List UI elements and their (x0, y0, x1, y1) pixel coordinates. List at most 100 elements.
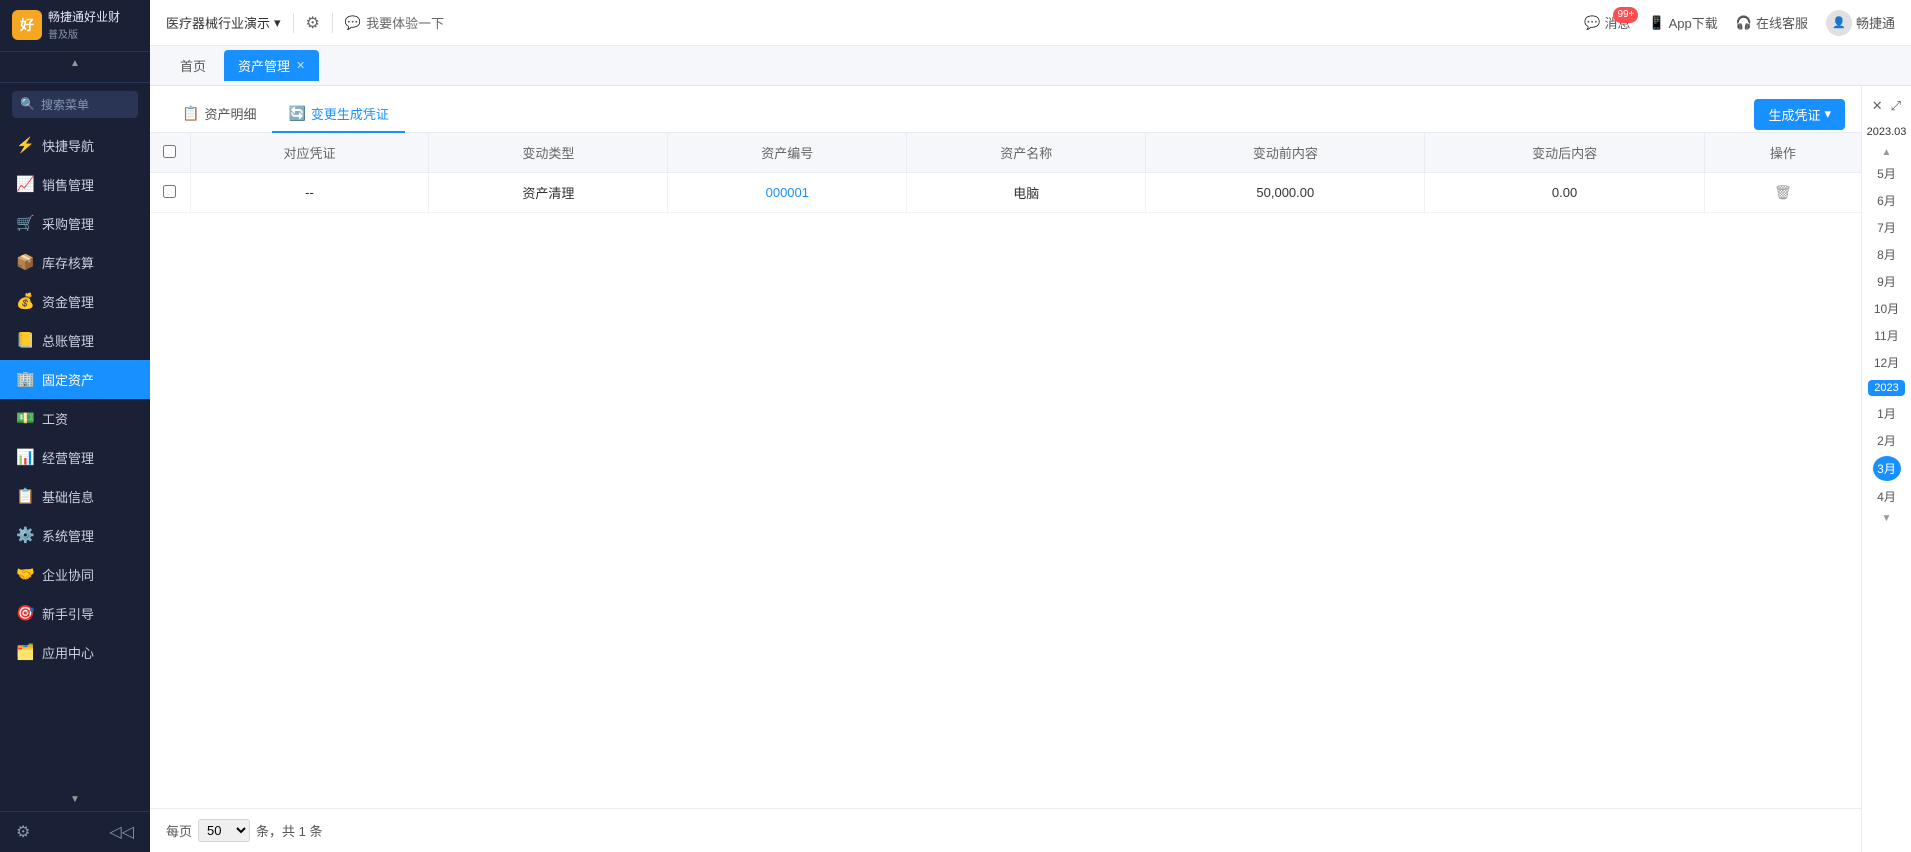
topbar-divider-1 (293, 13, 294, 33)
sidebar-item-资金管理[interactable]: 💰资金管理 (0, 282, 150, 321)
inner-tabs: 📋 资产明细 🔄 变更生成凭证 生成凭证 ▾ (150, 86, 1861, 133)
change-voucher-icon: 🔄 (288, 105, 305, 122)
col-action: 操作 (1704, 133, 1861, 173)
row-before: 50,000.00 (1146, 173, 1425, 213)
gear-icon[interactable]: ⚙ (306, 13, 320, 33)
tab-close-icon[interactable]: ✕ (296, 59, 305, 72)
message-icon: 💬 (1584, 15, 1600, 31)
total-label: 条，共 1 条 (256, 821, 322, 840)
app-download-button[interactable]: 📱 App下载 (1648, 13, 1717, 32)
row-asset-name: 电脑 (907, 173, 1146, 213)
sidebar-item-基础信息[interactable]: 📋基础信息 (0, 477, 150, 516)
delete-row-button[interactable]: 🗑 (1774, 184, 1792, 200)
panel-prev-months: 5月6月7月8月9月10月11月12月 (1872, 160, 1901, 376)
sidebar-item-经营管理[interactable]: 📊经营管理 (0, 438, 150, 477)
experience-button[interactable]: 💬 我要体验一下 (345, 13, 444, 32)
table-row: -- 资产清理 000001 电脑 50,000.00 0.00 🗑 (150, 173, 1861, 213)
sidebar-item-销售管理[interactable]: 📈销售管理 (0, 165, 150, 204)
sidebar-scroll-up[interactable]: ▲ (0, 52, 150, 76)
sidebar-icon-快捷导航: ⚡ (16, 136, 34, 154)
panel-month-5月[interactable]: 5月 (1872, 160, 1901, 187)
right-panel: ✕ ⤢ 2023.03 ▲ 5月6月7月8月9月10月11月12月 2023 1… (1861, 86, 1911, 852)
sidebar-label-应用中心: 应用中心 (42, 643, 94, 662)
search-menu-label: 搜索菜单 (41, 96, 89, 113)
sidebar-icon-资金管理: 💰 (16, 292, 34, 310)
panel-month-1月[interactable]: 1月 (1873, 400, 1901, 427)
topbar-divider-2 (332, 13, 333, 33)
search-menu-button[interactable]: 🔍 搜索菜单 (12, 91, 138, 118)
select-all-checkbox[interactable] (163, 145, 176, 158)
panel-controls: ✕ ⤢ (1862, 92, 1911, 120)
sidebar-icon-应用中心: 🗂️ (16, 643, 34, 661)
panel-month-3月[interactable]: 3月 (1873, 456, 1901, 481)
col-after-content: 变动后内容 (1425, 133, 1704, 173)
tabbar: 首页 资产管理 ✕ (150, 46, 1911, 86)
sidebar-icon-采购管理: 🛒 (16, 214, 34, 232)
company-selector[interactable]: 医疗器械行业演示 ▾ (166, 13, 281, 32)
per-page-select[interactable]: 102050100 (198, 819, 250, 842)
topbar-right: 💬 消息 99+ 📱 App下载 🎧 在线客服 👤 畅捷通 (1584, 10, 1895, 36)
panel-month-8月[interactable]: 8月 (1872, 241, 1901, 268)
sidebar-item-快捷导航[interactable]: ⚡快捷导航 (0, 126, 150, 165)
user-button[interactable]: 👤 畅捷通 (1826, 10, 1895, 36)
panel-month-7月[interactable]: 7月 (1872, 214, 1901, 241)
sidebar-item-采购管理[interactable]: 🛒采购管理 (0, 204, 150, 243)
panel-year[interactable]: 2023 (1868, 380, 1904, 396)
panel-month-12月[interactable]: 12月 (1872, 349, 1901, 376)
panel-month-11月[interactable]: 11月 (1872, 322, 1901, 349)
app-logo-icon: 好 (12, 10, 42, 40)
sidebar-icon-经营管理: 📊 (16, 448, 34, 466)
row-asset-no: 000001 (668, 173, 907, 213)
sidebar-item-工资[interactable]: 💵工资 (0, 399, 150, 438)
panel-expand-button[interactable]: ⤢ (1889, 96, 1903, 116)
collapse-icon[interactable]: ◁◁ (109, 822, 134, 842)
sidebar-item-新手引导[interactable]: 🎯 新手引导 (0, 594, 150, 633)
panel-scroll-up[interactable]: ▲ (1875, 144, 1899, 160)
panel-scroll-down[interactable]: ▼ (1875, 510, 1899, 526)
sidebar-item-固定资产[interactable]: 🏢 固定资产 (0, 360, 150, 399)
row-checkbox-0[interactable] (163, 185, 176, 198)
panel-month-10月[interactable]: 10月 (1872, 295, 1901, 322)
tab-asset-detail[interactable]: 📋 资产明细 (166, 96, 272, 133)
sidebar-item-系统管理[interactable]: ⚙️系统管理 (0, 516, 150, 555)
panel-month-2月[interactable]: 2月 (1873, 427, 1901, 454)
sidebar-icon-总账管理: 📒 (16, 331, 34, 349)
message-button[interactable]: 💬 消息 99+ (1584, 13, 1630, 32)
panel-month-4月[interactable]: 4月 (1873, 483, 1901, 510)
col-change-type: 变动类型 (429, 133, 668, 173)
sidebar-menu: 🔍 搜索菜单 ⚡快捷导航📈销售管理🛒采购管理📦库存核算💰资金管理📒总账管理 🏢 固定… (0, 76, 150, 787)
sidebar-item-总账管理[interactable]: 📒总账管理 (0, 321, 150, 360)
panel-month-9月[interactable]: 9月 (1872, 268, 1901, 295)
scroll-up-arrow[interactable]: ▲ (63, 56, 87, 72)
generate-voucher-button[interactable]: 生成凭证 ▾ (1754, 99, 1845, 130)
col-voucher: 对应凭证 (190, 133, 429, 173)
panel-header: 2023.03 (1863, 120, 1911, 144)
sidebar-icon-新手引导: 🎯 (16, 604, 34, 622)
sidebar-scroll-down[interactable]: ▼ (0, 787, 150, 811)
row-checkbox-cell (150, 173, 190, 213)
col-asset-no: 资产编号 (668, 133, 907, 173)
tab-asset-label: 资产管理 (238, 56, 290, 75)
customer-service-button[interactable]: 🎧 在线客服 (1736, 13, 1808, 32)
sidebar-icon-固定资产: 🏢 (16, 370, 34, 388)
sidebar-icon-企业协同: 🤝 (16, 565, 34, 583)
tab-asset-management[interactable]: 资产管理 ✕ (224, 50, 319, 81)
sidebar-item-应用中心[interactable]: 🗂️ 应用中心 (0, 633, 150, 672)
sidebar-search-area: 🔍 搜索菜单 (0, 82, 150, 126)
tab-home[interactable]: 首页 (166, 50, 220, 81)
sidebar-label-固定资产: 固定资产 (42, 370, 94, 389)
content-area: 📋 资产明细 🔄 变更生成凭证 生成凭证 ▾ (150, 86, 1911, 852)
panel-month-6月[interactable]: 6月 (1872, 187, 1901, 214)
panel-close-button[interactable]: ✕ (1870, 96, 1885, 116)
tab-change-voucher[interactable]: 🔄 变更生成凭证 (272, 96, 404, 133)
content-main: 📋 资产明细 🔄 变更生成凭证 生成凭证 ▾ (150, 86, 1861, 852)
sidebar-label-新手引导: 新手引导 (42, 604, 94, 623)
scroll-down-arrow[interactable]: ▼ (63, 791, 87, 807)
settings-icon[interactable]: ⚙ (16, 822, 30, 842)
sidebar-icon-库存核算: 📦 (16, 253, 34, 271)
col-before-content: 变动前内容 (1146, 133, 1425, 173)
sidebar-item-企业协同[interactable]: 🤝企业协同 (0, 555, 150, 594)
sidebar-item-库存核算[interactable]: 📦库存核算 (0, 243, 150, 282)
sidebar-label-工资: 工资 (42, 409, 68, 428)
per-page-label: 每页 (166, 821, 192, 840)
